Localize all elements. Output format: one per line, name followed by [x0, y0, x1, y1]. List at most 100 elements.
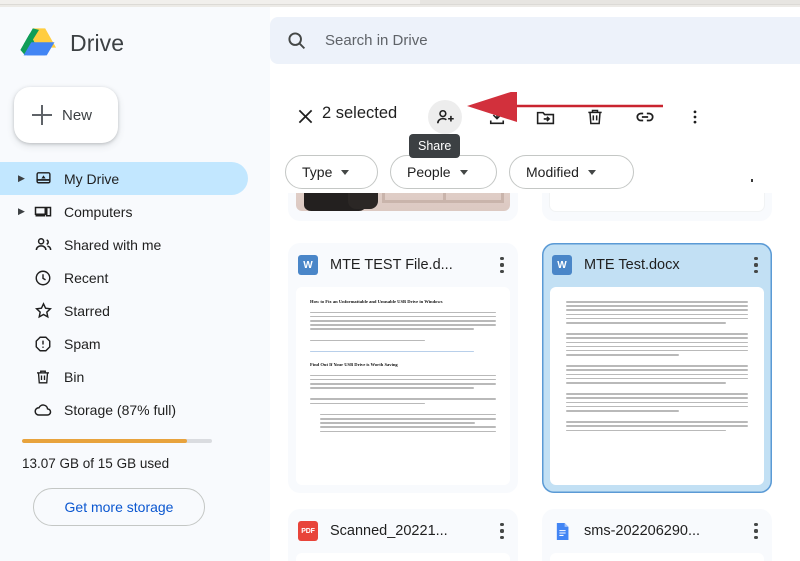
filter-chip-label: People [407, 164, 451, 180]
sidebar-item-bin[interactable]: ▶ Bin [0, 360, 248, 393]
chevron-right-icon[interactable]: ▶ [18, 174, 30, 183]
file-card-image[interactable] [288, 193, 518, 221]
sidebar-nav: ▶ My Drive ▶ Computers ▶ [0, 162, 270, 426]
storage-progress-track [22, 439, 212, 443]
file-name: MTE TEST File.d... [330, 257, 453, 273]
document-preview [550, 287, 764, 448]
sidebar-item-computers[interactable]: ▶ Computers [0, 195, 248, 228]
sidebar-item-label: Storage (87% full) [64, 401, 177, 418]
doc-heading-1: How to Fix an Unformattable and Unusable… [310, 299, 443, 304]
get-more-storage-button[interactable]: Get more storage [33, 488, 205, 526]
search-icon[interactable] [286, 30, 308, 52]
chevron-right-icon[interactable]: ▶ [18, 207, 30, 216]
computer-icon [30, 203, 56, 221]
file-card-header: sms-202206290... [542, 509, 772, 553]
screen-artifact-dot [751, 179, 753, 182]
my-drive-icon [30, 170, 56, 187]
filter-chip-modified[interactable]: Modified [509, 155, 634, 189]
photo-object-secondary [348, 193, 378, 209]
word-icon: W [552, 255, 572, 275]
filter-chip-label: Type [302, 164, 333, 180]
file-card-scanned-pdf[interactable]: PDF Scanned_20221... [288, 509, 518, 561]
file-thumbnail [296, 193, 510, 211]
document-preview: How to Fix an Unformattable and Unusable… [296, 287, 510, 447]
search-bar[interactable]: Search in Drive [270, 17, 800, 64]
selection-toolbar: 2 selected [270, 95, 800, 141]
file-card-mte-test-docx[interactable]: W MTE Test.docx [542, 243, 772, 493]
main-content: Search in Drive 2 selected Type People M… [270, 7, 800, 561]
delete-button[interactable] [578, 100, 612, 134]
drive-logo-icon [20, 26, 58, 60]
photo-shelf [382, 193, 504, 203]
sidebar-item-label: Spam [64, 335, 101, 352]
brand-title: Drive [70, 29, 125, 56]
sidebar-item-recent[interactable]: ▶ Recent [0, 261, 248, 294]
new-button[interactable]: New [14, 87, 118, 143]
share-button[interactable] [428, 100, 462, 134]
file-card-sms-doc[interactable]: sms-202206290... [542, 509, 772, 561]
file-card-mte-test-file[interactable]: W MTE TEST File.d... How to Fix an Unfor… [288, 243, 518, 493]
sidebar-item-label: My Drive [64, 170, 120, 187]
file-options-button[interactable] [492, 523, 512, 539]
get-link-button[interactable] [628, 100, 662, 134]
share-tooltip: Share [409, 134, 461, 158]
file-name: Scanned_20221... [330, 523, 448, 539]
brand-header: Drive [0, 7, 270, 63]
file-name: MTE Test.docx [584, 257, 680, 273]
word-icon: W [298, 255, 318, 275]
selection-count-label: 2 selected [322, 104, 398, 122]
filter-chip-label: Modified [526, 164, 579, 180]
file-card-header: W MTE Test.docx [542, 243, 772, 287]
download-button[interactable] [480, 100, 514, 134]
file-options-button[interactable] [746, 257, 766, 273]
file-thumbnail [550, 553, 764, 561]
browser-chrome-strip [0, 0, 800, 7]
close-icon[interactable] [295, 106, 317, 128]
sidebar-item-shared-with-me[interactable]: ▶ Shared with me [0, 228, 248, 261]
storage-usage-text: 13.07 GB of 15 GB used [22, 456, 170, 471]
chevron-down-icon [459, 169, 468, 175]
more-options-button[interactable] [678, 100, 712, 134]
doc-heading-2: Find Out If Your USB Drive is Worth Savi… [310, 361, 398, 367]
plus-icon [32, 105, 52, 125]
people-icon [30, 235, 56, 254]
new-button-label: New [62, 106, 93, 124]
sidebar-item-label: Starred [64, 302, 110, 319]
chevron-down-icon [341, 169, 350, 175]
file-options-button[interactable] [492, 257, 512, 273]
photo-preview [296, 193, 510, 211]
file-name: sms-202206290... [584, 523, 701, 539]
cloud-icon [30, 400, 56, 420]
filter-chip-type[interactable]: Type [285, 155, 378, 189]
sidebar-item-label: Bin [64, 368, 85, 385]
file-card-blank-top[interactable] [542, 193, 772, 221]
sidebar-item-label: Computers [64, 203, 133, 220]
file-thumbnail: How to Fix an Unformattable and Unusable… [296, 287, 510, 485]
filter-chip-people[interactable]: People [390, 155, 497, 189]
sidebar-item-starred[interactable]: ▶ Starred [0, 294, 248, 327]
gdoc-icon [552, 521, 572, 541]
sidebar-item-storage[interactable]: ▶ Storage (87% full) [0, 393, 248, 426]
file-card-header: PDF Scanned_20221... [288, 509, 518, 553]
file-grid: W MTE TEST File.d... How to Fix an Unfor… [288, 193, 800, 561]
sidebar-item-label: Recent [64, 269, 109, 286]
filter-chips: Type People Modified [270, 155, 800, 189]
search-input[interactable]: Search in Drive [325, 32, 428, 49]
sidebar-item-my-drive[interactable]: ▶ My Drive [0, 162, 248, 195]
file-thumbnail [550, 193, 764, 211]
file-options-button[interactable] [746, 523, 766, 539]
file-card-header: W MTE TEST File.d... [288, 243, 518, 287]
move-to-folder-button[interactable] [528, 100, 562, 134]
sidebar: Drive New ▶ My Drive ▶ Computers Shared … [0, 7, 270, 561]
storage-progress-fill [22, 439, 188, 443]
clock-icon [30, 269, 56, 287]
pdf-icon: PDF [298, 521, 318, 541]
sidebar-item-spam[interactable]: ▶ Spam [0, 327, 248, 360]
trash-icon [30, 368, 56, 386]
storage-meter: 13.07 GB of 15 GB used [22, 439, 218, 471]
chrome-right-segment [420, 0, 800, 5]
chevron-down-icon [587, 169, 596, 175]
spam-icon [30, 335, 56, 353]
chrome-left-segment [0, 0, 420, 5]
star-icon [30, 301, 56, 320]
